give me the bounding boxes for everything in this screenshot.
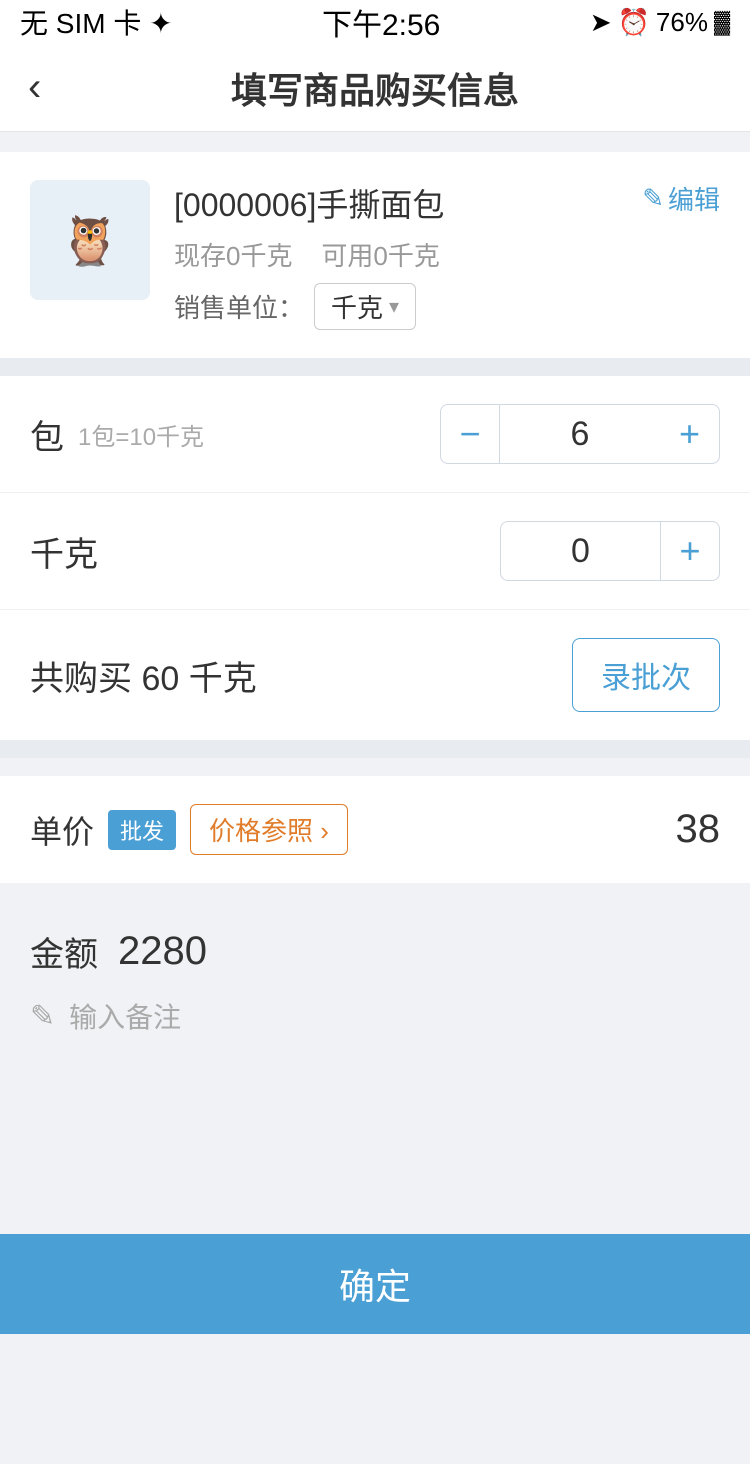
battery-text: 76%: [656, 7, 708, 38]
chevron-down-icon: ▾: [389, 294, 399, 319]
summary-text: 共购买 60 千克: [30, 651, 257, 700]
page-title: 填写商品购买信息: [231, 62, 519, 114]
bao-plus-button[interactable]: +: [660, 404, 720, 464]
product-thumbnail: 🦉: [30, 180, 150, 300]
amount-label: 金额: [30, 927, 98, 976]
product-info: [0000006]手撕面包 ✎ 编辑 现存0千克 可用0千克 销售单位： 千克 …: [174, 180, 720, 330]
summary-row: 共购买 60 千克 录批次: [0, 610, 750, 740]
price-row: 单价 批发 价格参照 › 38: [30, 804, 720, 855]
amount-row: 金额 2280: [30, 911, 720, 976]
price-label-group: 单价 批发 价格参照 ›: [30, 804, 348, 855]
sales-unit-label: 销售单位：: [174, 288, 304, 325]
unit-value: 千克: [331, 288, 383, 325]
bao-minus-button[interactable]: −: [440, 404, 500, 464]
kg-value[interactable]: 0: [500, 521, 660, 581]
note-icon: ✎: [30, 999, 55, 1034]
product-stock: 现存0千克 可用0千克: [174, 236, 720, 273]
kg-label: 千克: [30, 527, 98, 576]
status-time: 下午2:56: [322, 0, 440, 44]
bao-hint: 1包=10千克: [78, 417, 204, 452]
batch-tag: 批发: [108, 810, 176, 850]
bao-input-row: 包 1包=10千克 − 6 +: [0, 376, 750, 493]
edit-button[interactable]: ✎ 编辑: [642, 180, 720, 217]
product-logo: 🦉: [60, 212, 120, 269]
status-bar: 无 SIM 卡 ✦ 下午2:56 ➤ ⏰ 76% ▓: [0, 0, 750, 44]
product-unit-row: 销售单位： 千克 ▾: [174, 283, 720, 330]
kg-plus-button[interactable]: +: [660, 521, 720, 581]
available-stock: 可用0千克: [321, 241, 439, 271]
back-button[interactable]: ‹: [28, 65, 41, 110]
location-icon: ➤: [590, 7, 612, 38]
bao-label: 包: [30, 410, 64, 459]
product-name: [0000006]手撕面包: [174, 180, 444, 226]
kg-stepper: 0 +: [500, 521, 720, 581]
edit-icon: ✎: [642, 183, 664, 214]
unit-selector[interactable]: 千克 ▾: [314, 283, 416, 330]
bao-stepper: − 6 +: [440, 404, 720, 464]
note-placeholder[interactable]: 输入备注: [69, 996, 181, 1036]
kg-input-row: 千克 0 +: [0, 493, 750, 610]
amount-section: 金额 2280 ✎ 输入备注: [0, 883, 750, 1064]
edit-label: 编辑: [668, 180, 720, 217]
price-ref-button[interactable]: 价格参照 ›: [190, 804, 348, 855]
status-right: ➤ ⏰ 76% ▓: [590, 7, 730, 38]
bao-label-group: 包 1包=10千克: [30, 410, 204, 459]
status-left: 无 SIM 卡 ✦: [20, 2, 173, 42]
battery-icon: ▓: [714, 9, 730, 35]
price-section: 单价 批发 价格参照 › 38: [0, 776, 750, 883]
alarm-icon: ⏰: [618, 7, 650, 38]
bao-value[interactable]: 6: [500, 404, 660, 464]
product-info-header: [0000006]手撕面包 ✎ 编辑: [174, 180, 720, 226]
confirm-label: 确定: [339, 1258, 411, 1310]
price-label: 单价: [30, 807, 94, 853]
signal-text: 无 SIM 卡 ✦: [20, 2, 173, 42]
current-stock: 现存0千克: [174, 241, 292, 271]
amount-value: 2280: [118, 929, 207, 974]
nav-bar: ‹ 填写商品购买信息: [0, 44, 750, 132]
record-batch-button[interactable]: 录批次: [572, 638, 720, 712]
kg-label-group: 千克: [30, 527, 98, 576]
divider-1: [0, 358, 750, 376]
confirm-button[interactable]: 确定: [0, 1234, 750, 1334]
price-value: 38: [676, 807, 721, 852]
note-row: ✎ 输入备注: [30, 976, 720, 1064]
divider-2: [0, 740, 750, 758]
product-section: 🦉 [0000006]手撕面包 ✎ 编辑 现存0千克 可用0千克 销售单位： 千…: [0, 152, 750, 358]
